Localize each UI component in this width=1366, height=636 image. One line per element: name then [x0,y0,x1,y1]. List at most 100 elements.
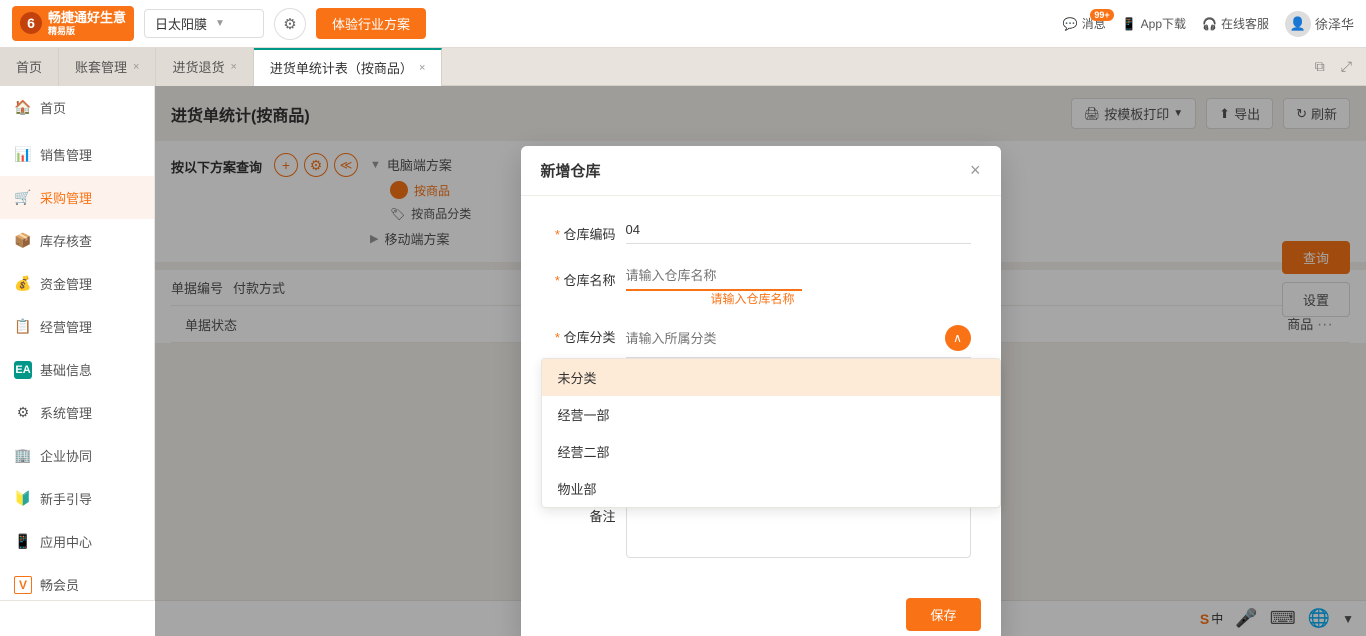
sidebar-item-home[interactable]: 🏠 首页 [0,86,154,129]
avatar: 👤 [1285,11,1311,37]
operation-icon: 📋 [14,318,32,336]
chevron-down-icon: ▼ [215,18,225,29]
sidebar-label-sales: 销售管理 [40,145,92,164]
app-download-item[interactable]: 📱 App下载 [1122,15,1186,32]
tab-return-label: 进货退货 [172,57,224,76]
finance-icon: 💰 [14,275,32,293]
online-service-item[interactable]: 🎧 在线客服 [1202,15,1269,32]
tab-return[interactable]: 进货退货 × [156,48,253,86]
sidebar-item-finance[interactable]: 💰 资金管理 [0,262,154,305]
download-icon: 📱 [1122,17,1137,31]
sidebar-item-inventory[interactable]: 📦 库存核查 [0,219,154,262]
modal-title: 新增仓库 [541,160,601,181]
name-input[interactable] [626,262,802,291]
modal-overlay: 新增仓库 × 仓库编码 仓库名称 请输入仓库名称 [155,86,1366,636]
sidebar-item-basic[interactable]: EA 基础信息 [0,348,154,391]
sidebar-item-sales[interactable]: 📊 销售管理 [0,133,154,176]
sidebar-item-operation[interactable]: 📋 经营管理 [0,305,154,348]
tab-home[interactable]: 首页 [0,48,59,86]
dropdown-item-dept2[interactable]: 经营二部 [542,433,1000,470]
apps-icon: 📱 [14,533,32,551]
home-icon: 🏠 [14,99,32,117]
sidebar-item-guide[interactable]: 🔰 新手引导 [0,477,154,520]
sales-icon: 📊 [14,146,32,164]
gear-button[interactable]: ⚙ [274,8,306,40]
sidebar-item-enterprise[interactable]: 🏢 企业协同 [0,434,154,477]
save-button[interactable]: 保存 [906,598,980,631]
category-input[interactable] [626,331,945,346]
category-field-row: 仓库分类 ∧ 未分类 经营一部 经营二部 物业部 [551,319,971,358]
tab-home-label: 首页 [16,57,42,76]
sidebar-label-system: 系统管理 [40,403,92,422]
sidebar-label-vip: 畅会员 [40,575,79,594]
main-layout: 🏠 首页 📊 销售管理 🛒 采购管理 📦 库存核查 💰 资金管理 📋 经营管理 … [0,86,1366,636]
dropdown-item-uncategorized[interactable]: 未分类 [542,359,1000,396]
store-name: 日太阳膜 [155,14,207,33]
modal-footer: 保存 [521,588,1001,636]
sidebar-label-finance: 资金管理 [40,274,92,293]
close-accounts-icon[interactable]: × [133,61,139,73]
tab-accounts-label: 账套管理 [75,57,127,76]
name-label: 仓库名称 [551,262,626,289]
app-download-label: App下载 [1141,15,1186,32]
dropdown-item-dept1[interactable]: 经营一部 [542,396,1000,433]
name-error-msg: 请输入仓库名称 [711,290,795,307]
logo: 6 畅捷通好生意 精易版 [12,6,134,40]
code-input[interactable] [626,216,971,244]
category-label: 仓库分类 [551,319,626,346]
code-label: 仓库编码 [551,216,626,243]
trial-button[interactable]: 体验行业方案 [316,8,426,39]
tab-accounts[interactable]: 账套管理 × [59,48,156,86]
store-selector[interactable]: 日太阳膜 ▼ [144,9,264,38]
online-service-label: 在线客服 [1221,15,1269,32]
sidebar-label-home: 首页 [40,98,66,117]
sidebar-label-apps: 应用中心 [40,532,92,551]
sidebar-label-inventory: 库存核查 [40,231,92,250]
close-return-icon[interactable]: × [230,61,236,73]
message-badge: 99+ [1090,9,1113,21]
new-warehouse-modal: 新增仓库 × 仓库编码 仓库名称 请输入仓库名称 [521,146,1001,636]
expand-icon[interactable]: ⤢ [1335,56,1358,77]
sidebar-item-purchase[interactable]: 🛒 采购管理 [0,176,154,219]
sidebar-label-purchase: 采购管理 [40,188,92,207]
sidebar: 🏠 首页 📊 销售管理 🛒 采购管理 📦 库存核查 💰 资金管理 📋 经营管理 … [0,86,155,636]
sidebar-label-basic: 基础信息 [40,360,92,379]
modal-close-icon[interactable]: × [970,160,981,181]
dropdown-item-property[interactable]: 物业部 [542,470,1000,507]
sidebar-item-apps[interactable]: 📱 应用中心 [0,520,154,563]
top-bar-right: 💬 消息 99+ 📱 App下载 🎧 在线客服 👤 徐泽华 [1063,11,1354,37]
tab-stats-label: 进货单统计表（按商品） [270,58,413,77]
inventory-icon: 📦 [14,232,32,250]
category-dropdown-wrapper: ∧ 未分类 经营一部 经营二部 物业部 [626,319,971,358]
tab-bar: 首页 账套管理 × 进货退货 × 进货单统计表（按商品） × ⧉ ⤢ [0,48,1366,86]
logo-icon: 6 [20,12,42,34]
username: 徐泽华 [1315,14,1354,33]
gear-icon: ⚙ [283,15,296,33]
headset-icon: 🎧 [1202,17,1217,31]
message-icon-item[interactable]: 💬 消息 99+ [1063,15,1106,32]
sidebar-item-system[interactable]: ⚙ 系统管理 [0,391,154,434]
name-input-wrapper: 请输入仓库名称 [626,262,971,291]
basic-icon: EA [14,361,32,379]
purchase-icon: 🛒 [14,189,32,207]
close-stats-icon[interactable]: × [419,62,425,74]
user-info[interactable]: 👤 徐泽华 [1285,11,1354,37]
tab-bar-end: ⧉ ⤢ [1309,56,1366,77]
top-bar: 6 畅捷通好生意 精易版 日太阳膜 ▼ ⚙ 体验行业方案 💬 消息 99+ 📱 … [0,0,1366,48]
guide-icon: 🔰 [14,490,32,508]
restore-icon[interactable]: ⧉ [1309,56,1331,77]
logo-main-text: 畅捷通好生意 [48,10,126,26]
vip-icon: V [14,576,32,594]
tab-stats[interactable]: 进货单统计表（按商品） × [254,48,442,86]
dropdown-input-row: ∧ [626,319,971,358]
sidebar-label-guide: 新手引导 [40,489,92,508]
category-dropdown-list: 未分类 经营一部 经营二部 物业部 [541,358,1001,508]
modal-header: 新增仓库 × [521,146,1001,196]
name-field-row: 仓库名称 请输入仓库名称 [551,262,971,291]
message-icon: 💬 [1063,17,1078,31]
dropdown-toggle-icon[interactable]: ∧ [945,325,971,351]
system-icon: ⚙ [14,404,32,422]
code-field-row: 仓库编码 [551,216,971,244]
enterprise-icon: 🏢 [14,447,32,465]
sidebar-label-operation: 经营管理 [40,317,92,336]
